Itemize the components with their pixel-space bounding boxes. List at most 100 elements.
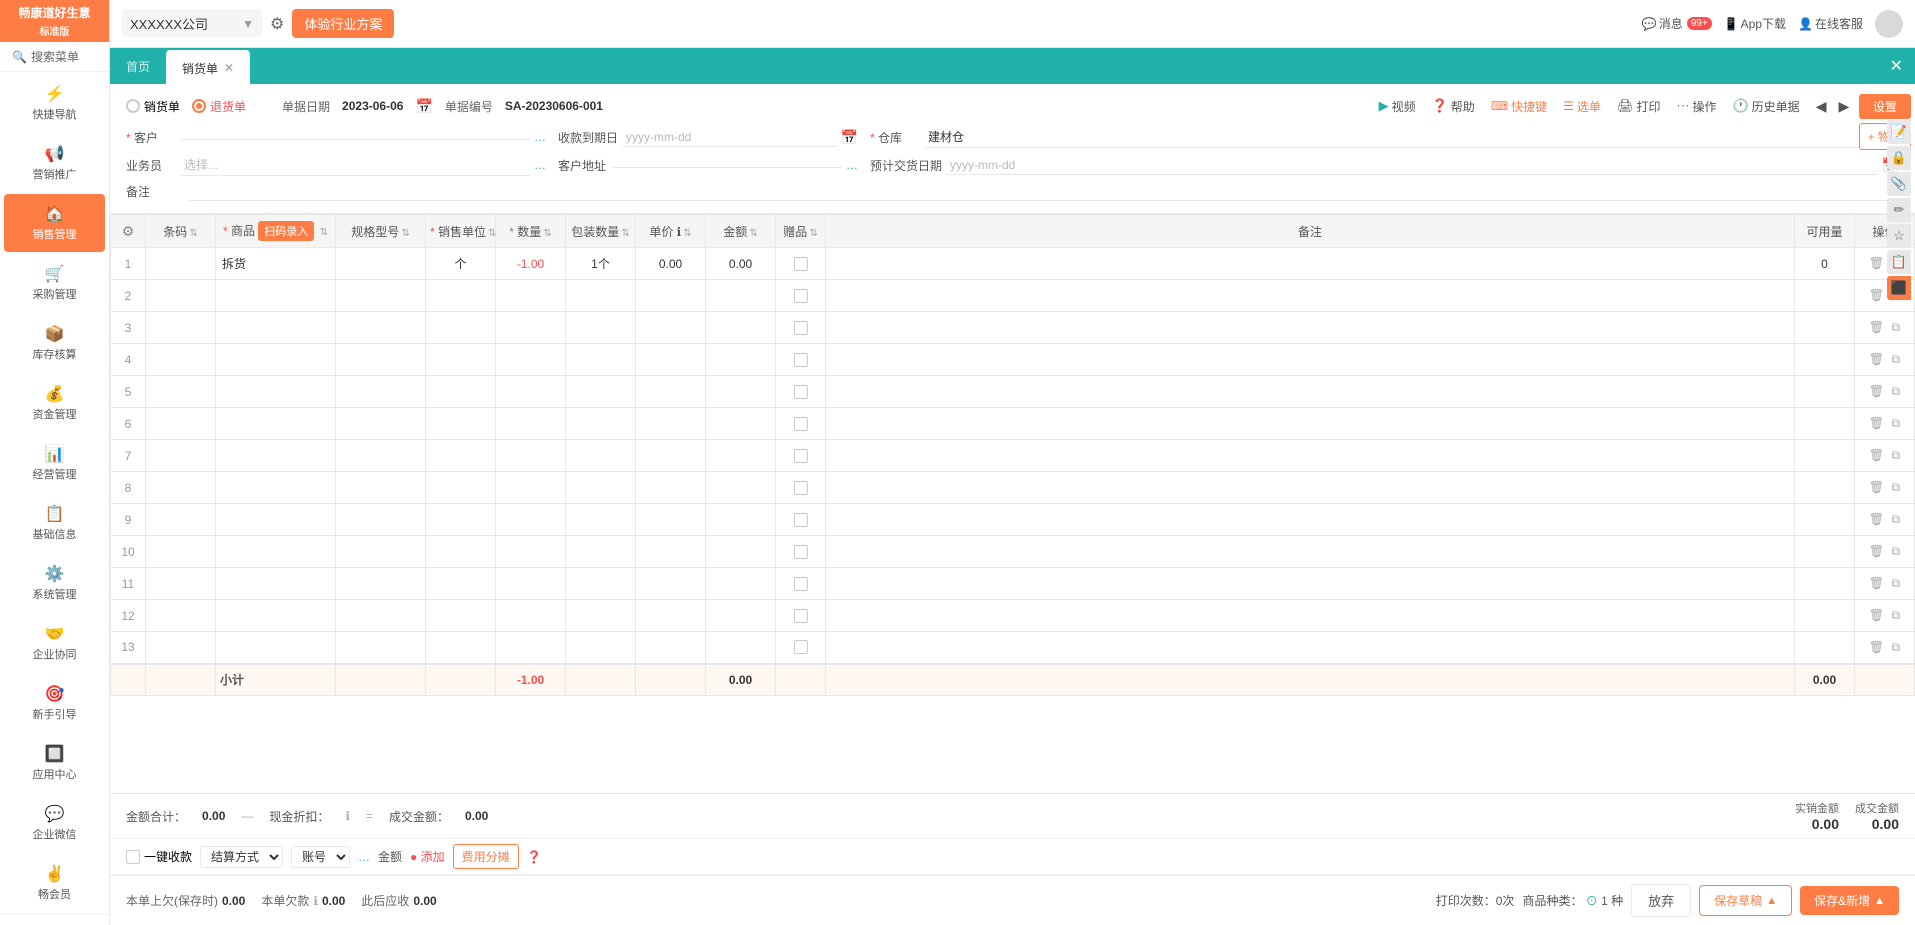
sidebar-item-collab[interactable]: 🤝 企业协同 <box>4 614 105 672</box>
cell-barcode-9[interactable] <box>146 536 216 568</box>
cell-price-1[interactable] <box>636 280 706 312</box>
cell-pack-12[interactable] <box>566 632 636 664</box>
cell-gift-7[interactable] <box>776 472 826 504</box>
cell-barcode-3[interactable] <box>146 344 216 376</box>
cell-product-4[interactable] <box>216 376 336 408</box>
table-settings-icon[interactable]: ⚙ <box>122 223 135 239</box>
gift-checkbox-12[interactable] <box>794 640 808 654</box>
sidebar-item-guide[interactable]: 🎯 新手引导 <box>4 674 105 732</box>
online-service-btn[interactable]: 👤 在线客服 <box>1798 15 1863 32</box>
cell-remark-10[interactable] <box>826 568 1795 600</box>
cell-pack-10[interactable] <box>566 568 636 600</box>
th-gear[interactable]: ⚙ <box>111 215 146 248</box>
choose-btn[interactable]: ☰ 选单 <box>1559 96 1605 117</box>
cell-unit-10[interactable] <box>426 568 496 600</box>
gift-checkbox-0[interactable] <box>794 257 808 271</box>
cell-pack-6[interactable] <box>566 440 636 472</box>
delete-row-icon-1[interactable]: 🗑 <box>1869 288 1884 302</box>
cell-gift-0[interactable] <box>776 248 826 280</box>
rfs-attach-icon[interactable]: 📎 <box>1887 172 1911 196</box>
cell-product-5[interactable] <box>216 408 336 440</box>
cell-spec-11[interactable] <box>336 600 426 632</box>
cell-spec-12[interactable] <box>336 632 426 664</box>
settings-action-btn[interactable]: 设置 <box>1859 94 1911 119</box>
payment-date-input[interactable]: yyyy-mm-dd <box>622 128 837 147</box>
delete-row-icon-7[interactable]: 🗑 <box>1869 480 1884 494</box>
delete-row-icon-12[interactable]: 🗑 <box>1869 640 1884 654</box>
cell-product-11[interactable] <box>216 600 336 632</box>
cell-price-0[interactable]: 0.00 <box>636 248 706 280</box>
cell-price-9[interactable] <box>636 536 706 568</box>
cell-amount-10[interactable] <box>706 568 776 600</box>
gift-checkbox-7[interactable] <box>794 481 808 495</box>
gift-checkbox-4[interactable] <box>794 385 808 399</box>
cell-pack-11[interactable] <box>566 600 636 632</box>
cell-amount-1[interactable] <box>706 280 776 312</box>
ops-btn[interactable]: ⋯ 操作 <box>1672 96 1720 117</box>
delete-row-icon-5[interactable]: 🗑 <box>1869 416 1884 430</box>
cell-remark-8[interactable] <box>826 504 1795 536</box>
app-download-btn[interactable]: 📱 App下载 <box>1724 15 1786 32</box>
account-select[interactable]: 账号 <box>291 846 350 868</box>
cell-qty-10[interactable] <box>496 568 566 600</box>
cell-remark-7[interactable] <box>826 472 1795 504</box>
gift-checkbox-2[interactable] <box>794 321 808 335</box>
customer-dots-btn[interactable]: … <box>534 130 546 144</box>
cell-price-11[interactable] <box>636 600 706 632</box>
cell-qty-2[interactable] <box>496 312 566 344</box>
cell-barcode-2[interactable] <box>146 312 216 344</box>
rfs-star-icon[interactable]: ☆ <box>1887 224 1911 248</box>
cell-gift-9[interactable] <box>776 536 826 568</box>
cell-remark-3[interactable] <box>826 344 1795 376</box>
radio-return[interactable]: 退货单 <box>192 98 246 115</box>
cell-amount-8[interactable] <box>706 504 776 536</box>
cell-qty-7[interactable] <box>496 472 566 504</box>
app-logo[interactable]: 畅康道好生意 标准版 <box>0 0 109 42</box>
cell-pack-0[interactable]: 1个 <box>566 248 636 280</box>
sidebar-item-members[interactable]: ✌ 畅会员 <box>4 854 105 912</box>
delete-row-icon-11[interactable]: 🗑 <box>1869 608 1884 622</box>
rfs-edit-icon[interactable]: ✏ <box>1887 198 1911 222</box>
cell-pack-7[interactable] <box>566 472 636 504</box>
cell-barcode-10[interactable] <box>146 568 216 600</box>
cell-barcode-0[interactable] <box>146 248 216 280</box>
cell-amount-9[interactable] <box>706 536 776 568</box>
sidebar-item-finance[interactable]: 💰 资金管理 <box>4 374 105 432</box>
tab-sales-order[interactable]: 销货单 ✕ <box>166 50 250 86</box>
gift-checkbox-9[interactable] <box>794 545 808 559</box>
cell-qty-3[interactable] <box>496 344 566 376</box>
cell-remark-1[interactable] <box>826 280 1795 312</box>
cell-amount-2[interactable] <box>706 312 776 344</box>
customer-address-input[interactable] <box>612 163 842 168</box>
rfs-action-icon[interactable]: ⬛ <box>1887 276 1911 300</box>
cell-unit-5[interactable] <box>426 408 496 440</box>
gift-checkbox-3[interactable] <box>794 353 808 367</box>
cell-spec-10[interactable] <box>336 568 426 600</box>
date-picker-icon[interactable]: 📅 <box>415 98 432 115</box>
cell-gift-3[interactable] <box>776 344 826 376</box>
print-btn[interactable]: 🖨 打印 <box>1613 96 1665 117</box>
cell-barcode-5[interactable] <box>146 408 216 440</box>
settlement-method-select[interactable]: 结算方式 <box>200 846 283 868</box>
cell-amount-6[interactable] <box>706 440 776 472</box>
gift-checkbox-6[interactable] <box>794 449 808 463</box>
cell-unit-8[interactable] <box>426 504 496 536</box>
gift-checkbox-11[interactable] <box>794 609 808 623</box>
cell-price-2[interactable] <box>636 312 706 344</box>
cell-pack-8[interactable] <box>566 504 636 536</box>
cell-amount-11[interactable] <box>706 600 776 632</box>
salesperson-input[interactable]: 选择... <box>180 154 530 176</box>
cell-qty-1[interactable] <box>496 280 566 312</box>
cell-remark-12[interactable] <box>826 632 1795 664</box>
cell-barcode-11[interactable] <box>146 600 216 632</box>
sidebar-item-marketing[interactable]: 📢 营销推广 <box>4 134 105 192</box>
cell-amount-3[interactable] <box>706 344 776 376</box>
cell-spec-8[interactable] <box>336 504 426 536</box>
cell-barcode-1[interactable] <box>146 280 216 312</box>
cell-price-3[interactable] <box>636 344 706 376</box>
cell-unit-4[interactable] <box>426 376 496 408</box>
delete-row-icon-8[interactable]: 🗑 <box>1869 512 1884 526</box>
cell-price-4[interactable] <box>636 376 706 408</box>
cell-gift-6[interactable] <box>776 440 826 472</box>
delete-row-icon-2[interactable]: 🗑 <box>1869 320 1884 334</box>
